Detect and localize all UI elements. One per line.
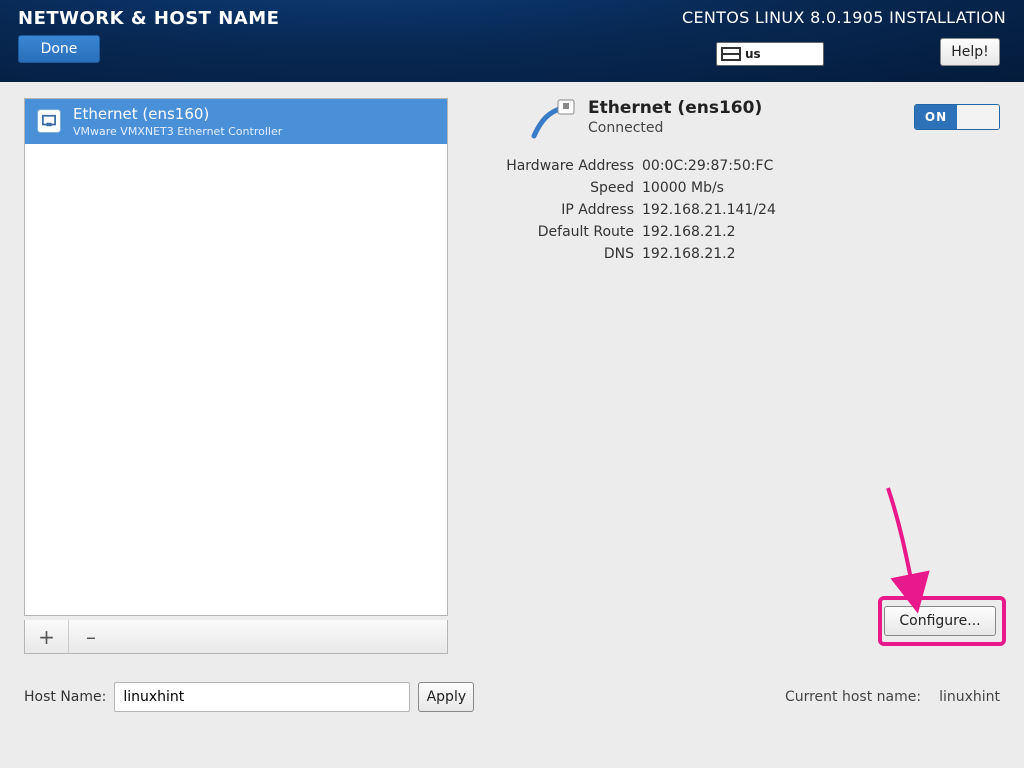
ethernet-icon (35, 107, 63, 135)
interface-panel: Ethernet (ens160) VMware VMXNET3 Etherne… (24, 98, 448, 654)
detail-value: 00:0C:29:87:50:FC (642, 158, 773, 174)
detail-value: 192.168.21.2 (642, 246, 736, 262)
hostname-input[interactable] (114, 682, 410, 712)
apply-hostname-button[interactable]: Apply (418, 682, 474, 712)
interface-add-remove-bar: + – (24, 620, 448, 654)
detail-value: 192.168.21.2 (642, 224, 736, 240)
main-content: Ethernet (ens160) VMware VMXNET3 Etherne… (0, 82, 1024, 768)
network-cable-icon (528, 98, 576, 140)
interface-device: VMware VMXNET3 Ethernet Controller (73, 125, 282, 138)
detail-key: DNS (466, 246, 634, 262)
configure-button[interactable]: Configure... (884, 606, 996, 636)
connection-name: Ethernet (ens160) (588, 98, 762, 118)
detail-row-gateway: Default Route 192.168.21.2 (466, 224, 1000, 240)
toggle-off-side (957, 105, 999, 129)
detail-value: 192.168.21.141/24 (642, 202, 776, 218)
detail-row-dns: DNS 192.168.21.2 (466, 246, 1000, 262)
keyboard-layout-selector[interactable]: us (716, 42, 824, 66)
help-button[interactable]: Help! (940, 38, 1000, 66)
detail-row-hwaddr: Hardware Address 00:0C:29:87:50:FC (466, 158, 1000, 174)
connection-toggle[interactable]: ON (914, 104, 1000, 130)
remove-interface-button[interactable]: – (69, 620, 113, 653)
keyboard-layout-label: us (745, 47, 761, 61)
detail-row-ip: IP Address 192.168.21.141/24 (466, 202, 1000, 218)
current-hostname-label: Current host name: (785, 689, 921, 705)
interface-list[interactable]: Ethernet (ens160) VMware VMXNET3 Etherne… (24, 98, 448, 616)
done-button[interactable]: Done (18, 35, 100, 63)
detail-key: Speed (466, 180, 634, 196)
add-interface-button[interactable]: + (25, 620, 69, 653)
header-bar: NETWORK & HOST NAME CENTOS LINUX 8.0.190… (0, 0, 1024, 82)
detail-row-speed: Speed 10000 Mb/s (466, 180, 1000, 196)
connection-details: Hardware Address 00:0C:29:87:50:FC Speed… (466, 158, 1000, 262)
annotation-arrow-icon (870, 484, 930, 614)
connection-status: Connected (588, 120, 762, 136)
keyboard-icon (721, 47, 741, 61)
connection-panel: Ethernet (ens160) Connected ON Hardware … (466, 98, 1000, 268)
interface-item-ens160[interactable]: Ethernet (ens160) VMware VMXNET3 Etherne… (25, 99, 447, 144)
interface-name: Ethernet (ens160) (73, 105, 282, 123)
current-hostname-value: linuxhint (939, 689, 1000, 705)
detail-key: IP Address (466, 202, 634, 218)
toggle-on-label: ON (915, 105, 957, 129)
current-hostname: Current host name: linuxhint (785, 689, 1000, 705)
installer-title: CENTOS LINUX 8.0.1905 INSTALLATION (682, 8, 1006, 27)
hostname-label: Host Name: (24, 689, 106, 705)
detail-value: 10000 Mb/s (642, 180, 724, 196)
detail-key: Hardware Address (466, 158, 634, 174)
hostname-bar: Host Name: Apply Current host name: linu… (24, 682, 1000, 712)
detail-key: Default Route (466, 224, 634, 240)
